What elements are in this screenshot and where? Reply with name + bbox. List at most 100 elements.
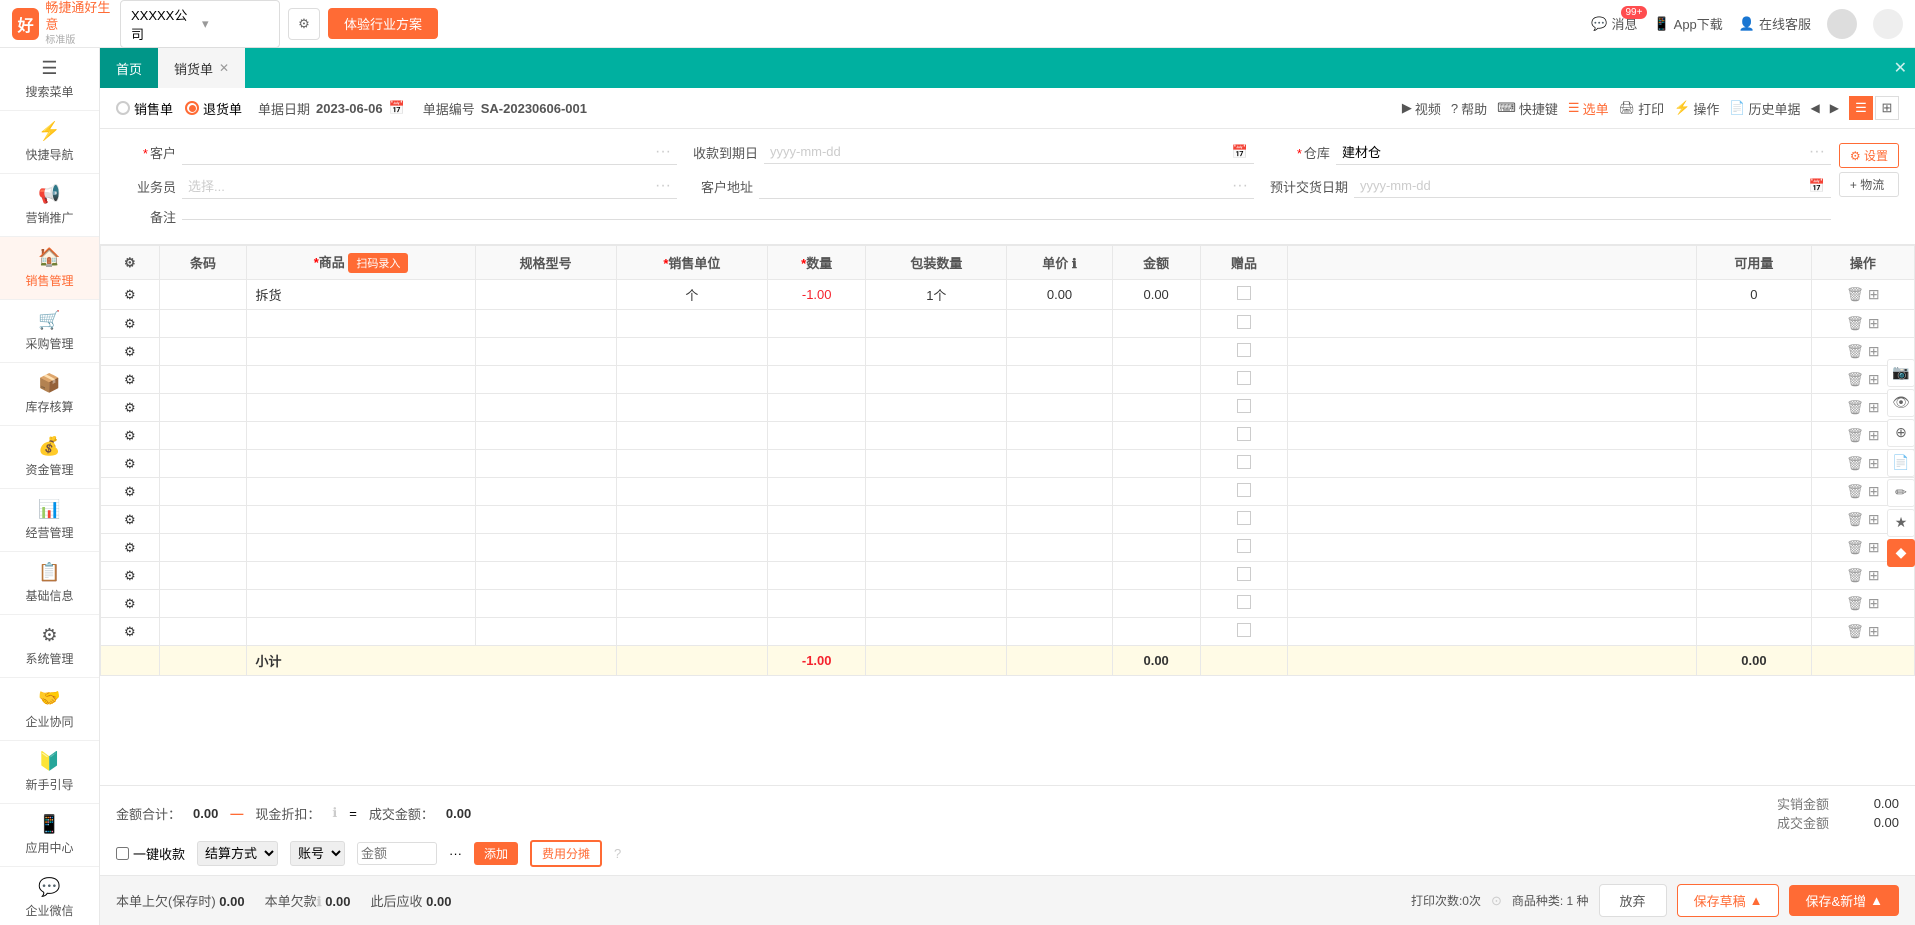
- row-notes[interactable]: [1288, 338, 1697, 366]
- float-doc-button[interactable]: 📄: [1887, 449, 1915, 477]
- logistics-button[interactable]: + 物流: [1839, 172, 1899, 197]
- row-unit[interactable]: [616, 562, 767, 590]
- sidebar-item-sales[interactable]: 🏠 销售管理: [0, 237, 99, 300]
- row-spec[interactable]: [475, 590, 616, 618]
- sidebar-item-operations[interactable]: 📊 经营管理: [0, 489, 99, 552]
- copy-icon[interactable]: ⊞: [1868, 595, 1880, 612]
- float-eye-button[interactable]: 👁: [1887, 389, 1915, 417]
- row-barcode[interactable]: [159, 478, 247, 506]
- row-settings-icon[interactable]: ⚙: [101, 338, 160, 366]
- row-unit[interactable]: [616, 366, 767, 394]
- row-gift[interactable]: [1200, 618, 1288, 646]
- sidebar-item-guide[interactable]: 🔰 新手引导: [0, 741, 99, 804]
- delete-icon[interactable]: 🗑: [1846, 371, 1864, 388]
- row-barcode[interactable]: [159, 366, 247, 394]
- row-notes[interactable]: [1288, 562, 1697, 590]
- row-product[interactable]: [247, 478, 475, 506]
- delete-icon[interactable]: 🗑: [1846, 483, 1864, 500]
- row-price[interactable]: [1007, 422, 1112, 450]
- customer-address-input[interactable]: ···: [759, 174, 1254, 199]
- sidebar-item-shortcut[interactable]: ⚡ 快捷导航: [0, 111, 99, 174]
- row-settings-icon[interactable]: ⚙: [101, 450, 160, 478]
- row-settings-icon[interactable]: ⚙: [101, 534, 160, 562]
- app-download-button[interactable]: 📱 App下载: [1653, 14, 1722, 33]
- copy-icon[interactable]: ⊞: [1868, 483, 1880, 500]
- row-quantity[interactable]: [768, 450, 866, 478]
- calendar-icon[interactable]: 📅: [389, 100, 405, 116]
- copy-icon[interactable]: ⊞: [1868, 567, 1880, 584]
- row-spec[interactable]: [475, 450, 616, 478]
- float-plus-button[interactable]: ⊕: [1887, 419, 1915, 447]
- delete-icon[interactable]: 🗑: [1846, 399, 1864, 416]
- row-pack-qty[interactable]: [866, 422, 1007, 450]
- row-amount[interactable]: [1112, 450, 1200, 478]
- address-dots-icon[interactable]: ···: [1232, 177, 1248, 195]
- row-pack-qty[interactable]: [866, 478, 1007, 506]
- row-spec[interactable]: [475, 506, 616, 534]
- delete-icon[interactable]: 🗑: [1846, 455, 1864, 472]
- tab-bar-close-icon[interactable]: ✕: [1894, 58, 1907, 78]
- select-button[interactable]: ☰ 选单: [1568, 99, 1609, 118]
- row-price[interactable]: [1007, 618, 1112, 646]
- row-quantity[interactable]: [768, 366, 866, 394]
- row-gift[interactable]: [1200, 366, 1288, 394]
- row-unit[interactable]: [616, 478, 767, 506]
- row-gift[interactable]: [1200, 310, 1288, 338]
- tab-sales-order[interactable]: 销货单 ✕: [158, 48, 245, 88]
- sidebar-item-inventory[interactable]: 📦 库存核算: [0, 363, 99, 426]
- copy-icon[interactable]: ⊞: [1868, 371, 1880, 388]
- row-notes[interactable]: [1288, 280, 1697, 310]
- row-product[interactable]: [247, 394, 475, 422]
- row-notes[interactable]: [1288, 422, 1697, 450]
- row-amount[interactable]: [1112, 506, 1200, 534]
- delete-icon[interactable]: 🗑: [1846, 539, 1864, 556]
- company-selector[interactable]: XXXXX公司 ▾: [120, 0, 280, 48]
- row-spec[interactable]: [475, 618, 616, 646]
- row-unit[interactable]: [616, 338, 767, 366]
- settlement-method-select[interactable]: 结算方式: [197, 841, 278, 866]
- row-amount[interactable]: [1112, 590, 1200, 618]
- row-quantity[interactable]: [768, 310, 866, 338]
- row-pack-qty[interactable]: [866, 590, 1007, 618]
- float-star-button[interactable]: ★: [1887, 509, 1915, 537]
- row-product[interactable]: [247, 618, 475, 646]
- row-amount[interactable]: [1112, 366, 1200, 394]
- row-product[interactable]: [247, 506, 475, 534]
- row-price[interactable]: [1007, 394, 1112, 422]
- add-payment-button[interactable]: 添加: [474, 842, 518, 865]
- row-pack-qty[interactable]: [866, 506, 1007, 534]
- warehouse-input[interactable]: 建材仓 ···: [1336, 139, 1831, 165]
- tab-home[interactable]: 首页: [100, 48, 158, 88]
- row-barcode[interactable]: [159, 618, 247, 646]
- row-quantity[interactable]: [768, 562, 866, 590]
- sidebar-item-marketing[interactable]: 📢 营销推广: [0, 174, 99, 237]
- salesperson-dots-icon[interactable]: ···: [655, 177, 671, 195]
- row-settings-icon[interactable]: ⚙: [101, 366, 160, 394]
- row-quantity[interactable]: [768, 506, 866, 534]
- row-gift[interactable]: [1200, 478, 1288, 506]
- copy-icon[interactable]: ⊞: [1868, 286, 1880, 303]
- save-draft-button[interactable]: 保存草稿 ▲: [1677, 884, 1780, 917]
- row-gift[interactable]: [1200, 534, 1288, 562]
- row-quantity[interactable]: -1.00: [768, 280, 866, 310]
- float-camera-button[interactable]: 📷: [1887, 359, 1915, 387]
- row-notes[interactable]: [1288, 450, 1697, 478]
- list-view-button[interactable]: ☰: [1849, 96, 1873, 120]
- copy-icon[interactable]: ⊞: [1868, 539, 1880, 556]
- video-button[interactable]: ▶ 视频: [1402, 99, 1441, 118]
- next-button[interactable]: ▶: [1830, 101, 1839, 115]
- row-unit[interactable]: [616, 590, 767, 618]
- row-notes[interactable]: [1288, 310, 1697, 338]
- sidebar-item-finance[interactable]: 💰 资金管理: [0, 426, 99, 489]
- row-quantity[interactable]: [768, 394, 866, 422]
- radio-return[interactable]: 退货单: [185, 99, 242, 118]
- row-settings-icon[interactable]: ⚙: [101, 478, 160, 506]
- row-product[interactable]: [247, 422, 475, 450]
- row-settings-icon[interactable]: ⚙: [101, 394, 160, 422]
- row-product[interactable]: [247, 338, 475, 366]
- delete-icon[interactable]: 🗑: [1846, 511, 1864, 528]
- row-product[interactable]: [247, 590, 475, 618]
- row-notes[interactable]: [1288, 366, 1697, 394]
- scan-button[interactable]: 扫码录入: [348, 253, 408, 273]
- copy-icon[interactable]: ⊞: [1868, 511, 1880, 528]
